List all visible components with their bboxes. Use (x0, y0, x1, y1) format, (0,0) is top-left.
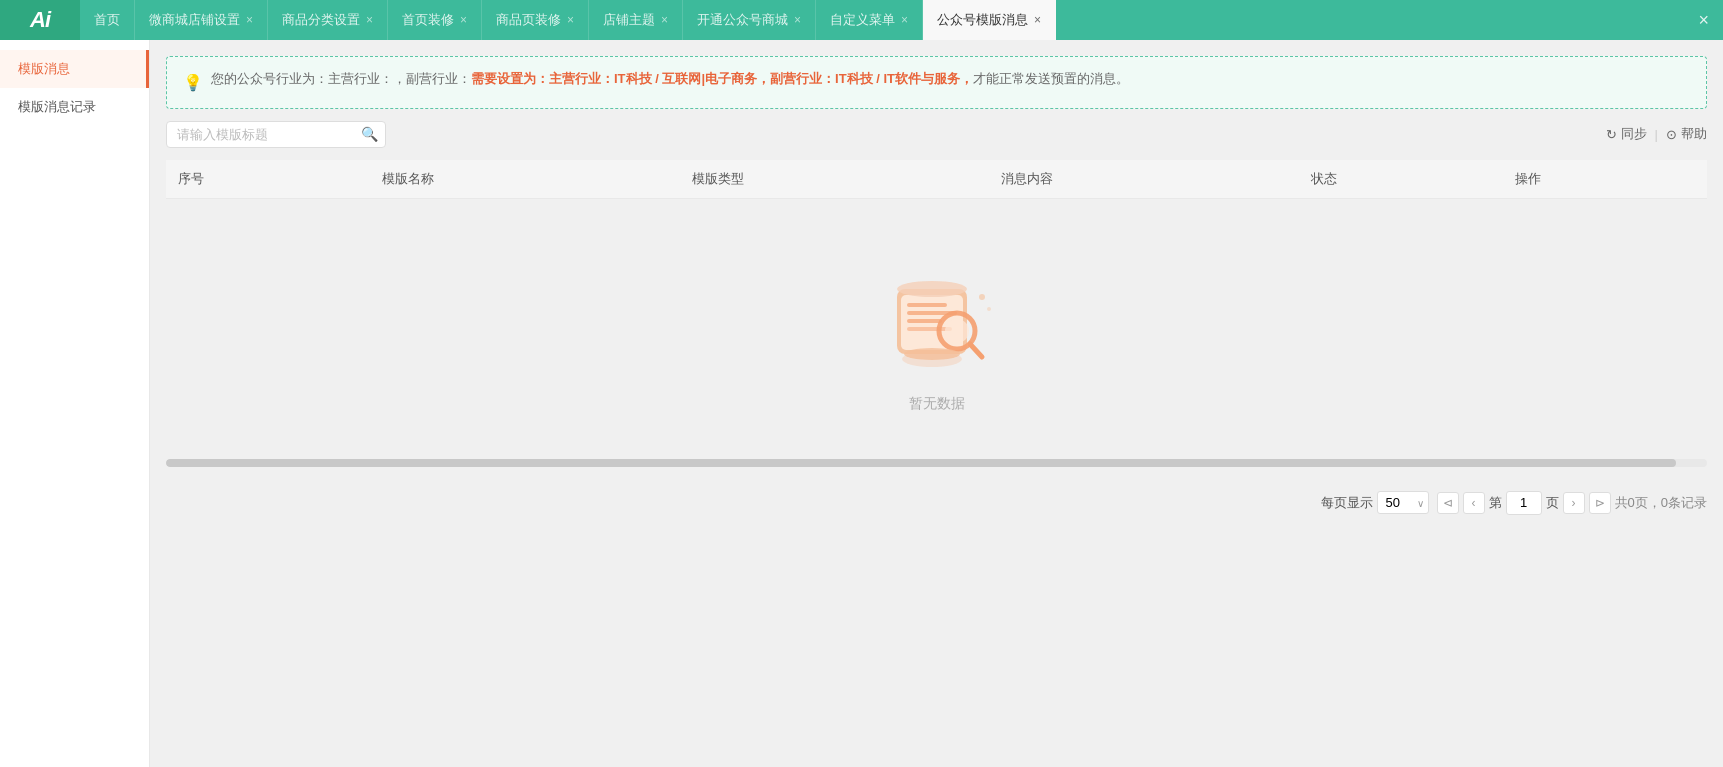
search-bar: 🔍 ↻ 同步 | ⊙ 帮助 (166, 121, 1707, 148)
per-page-label: 每页显示 (1321, 494, 1373, 512)
help-icon: ⊙ (1666, 127, 1677, 142)
svg-point-11 (897, 281, 967, 297)
page-number-input[interactable] (1506, 491, 1542, 515)
pagination: 每页显示 102050100 ⊲ ‹ 第 页 › ⊳ 共0页，0条记录 (166, 487, 1707, 519)
tab-label: 开通公众号商城 (697, 11, 788, 29)
tab-item[interactable]: 自定义菜单 × (816, 0, 923, 40)
empty-illustration (877, 259, 997, 379)
sync-icon: ↻ (1606, 127, 1617, 142)
table-wrapper: 序号模版名称模版类型消息内容状态操作 (166, 160, 1707, 443)
empty-text: 暂无数据 (909, 395, 965, 413)
tab-label: 商品分类设置 (282, 11, 360, 29)
app-logo: Ai (0, 0, 80, 40)
table-header-action: 操作 (1503, 160, 1707, 199)
tab-item[interactable]: 首页 (80, 0, 135, 40)
tab-close-button[interactable]: × (366, 13, 373, 27)
tab-close-button[interactable]: × (794, 13, 801, 27)
empty-state: 暂无数据 (166, 199, 1707, 443)
tab-close-button[interactable]: × (661, 13, 668, 27)
per-page-select: 每页显示 102050100 (1321, 491, 1429, 514)
tab-close-button[interactable]: × (567, 13, 574, 27)
sidebar-item[interactable]: 模版消息 (0, 50, 149, 88)
svg-point-8 (945, 319, 969, 343)
tab-item[interactable]: 商品页装修 × (482, 0, 589, 40)
first-page-button[interactable]: ⊲ (1437, 492, 1459, 514)
tab-label: 自定义菜单 (830, 11, 895, 29)
search-input-wrap: 🔍 (166, 121, 386, 148)
tab-close-button[interactable]: × (460, 13, 467, 27)
prev-page-button[interactable]: ‹ (1463, 492, 1485, 514)
scrollbar-thumb (166, 459, 1676, 467)
data-table: 序号模版名称模版类型消息内容状态操作 (166, 160, 1707, 199)
help-button[interactable]: ⊙ 帮助 (1666, 125, 1707, 143)
last-page-button[interactable]: ⊳ (1589, 492, 1611, 514)
table-header-type: 模版类型 (680, 160, 990, 199)
tab-close-button[interactable]: × (1034, 13, 1041, 27)
table-header-content: 消息内容 (989, 160, 1299, 199)
table-header-row: 序号模版名称模版类型消息内容状态操作 (166, 160, 1707, 199)
help-label: 帮助 (1681, 125, 1707, 143)
tab-item[interactable]: 微商城店铺设置 × (135, 0, 268, 40)
total-text: 共0页，0条记录 (1615, 494, 1707, 512)
svg-point-10 (904, 348, 960, 360)
notice-text: 您的公众号行业为：主营行业：，副营行业：需要设置为：主营行业：IT科技 / 互联… (211, 69, 1129, 90)
sidebar-item[interactable]: 模版消息记录 (0, 88, 149, 126)
search-input[interactable] (166, 121, 386, 148)
svg-point-13 (987, 307, 991, 311)
sidebar: 模版消息模版消息记录 (0, 40, 150, 767)
svg-rect-5 (907, 319, 942, 323)
tab-item[interactable]: 首页装修 × (388, 0, 482, 40)
tab-item[interactable]: 商品分类设置 × (268, 0, 388, 40)
notice-icon: 💡 (183, 70, 203, 96)
page-nav: ⊲ ‹ 第 页 › ⊳ 共0页，0条记录 (1437, 491, 1707, 515)
svg-point-12 (979, 294, 985, 300)
sync-button[interactable]: ↻ 同步 (1606, 125, 1647, 143)
tab-label: 首页装修 (402, 11, 454, 29)
tab-close-button[interactable]: × (246, 13, 253, 27)
tab-list: 首页微商城店铺设置×商品分类设置×首页装修×商品页装修×店铺主题×开通公众号商城… (80, 0, 1684, 40)
table-header-seq: 序号 (166, 160, 370, 199)
tab-label: 店铺主题 (603, 11, 655, 29)
top-navigation: Ai 首页微商城店铺设置×商品分类设置×首页装修×商品页装修×店铺主题×开通公众… (0, 0, 1723, 40)
main-layout: 模版消息模版消息记录 💡 您的公众号行业为：主营行业：，副营行业：需要设置为：主… (0, 40, 1723, 767)
page-suffix-label: 页 (1546, 494, 1559, 512)
notice-box: 💡 您的公众号行业为：主营行业：，副营行业：需要设置为：主营行业：IT科技 / … (166, 56, 1707, 109)
sync-label: 同步 (1621, 125, 1647, 143)
tab-item[interactable]: 开通公众号商城 × (683, 0, 816, 40)
page-prefix-label: 第 (1489, 494, 1502, 512)
tab-label: 商品页装修 (496, 11, 561, 29)
tab-item[interactable]: 店铺主题 × (589, 0, 683, 40)
table-header-name: 模版名称 (370, 160, 680, 199)
svg-line-9 (970, 344, 982, 357)
svg-rect-3 (907, 303, 947, 307)
next-page-button[interactable]: › (1563, 492, 1585, 514)
horizontal-scrollbar[interactable] (166, 459, 1707, 467)
divider: | (1655, 127, 1658, 142)
content-area: 💡 您的公众号行业为：主营行业：，副营行业：需要设置为：主营行业：IT科技 / … (150, 40, 1723, 767)
tab-label: 微商城店铺设置 (149, 11, 240, 29)
search-bar-left: 🔍 (166, 121, 386, 148)
search-bar-right: ↻ 同步 | ⊙ 帮助 (1606, 125, 1707, 143)
tab-close-button[interactable]: × (901, 13, 908, 27)
search-icon[interactable]: 🔍 (361, 126, 378, 142)
table-header-status: 状态 (1299, 160, 1503, 199)
per-page-dropdown[interactable]: 102050100 (1377, 491, 1429, 514)
global-close-button[interactable]: × (1684, 10, 1723, 31)
tab-label: 公众号模版消息 (937, 11, 1028, 29)
tab-item[interactable]: 公众号模版消息 × (923, 0, 1056, 40)
tab-label: 首页 (94, 11, 120, 29)
per-page-select-wrap: 102050100 (1377, 491, 1429, 514)
